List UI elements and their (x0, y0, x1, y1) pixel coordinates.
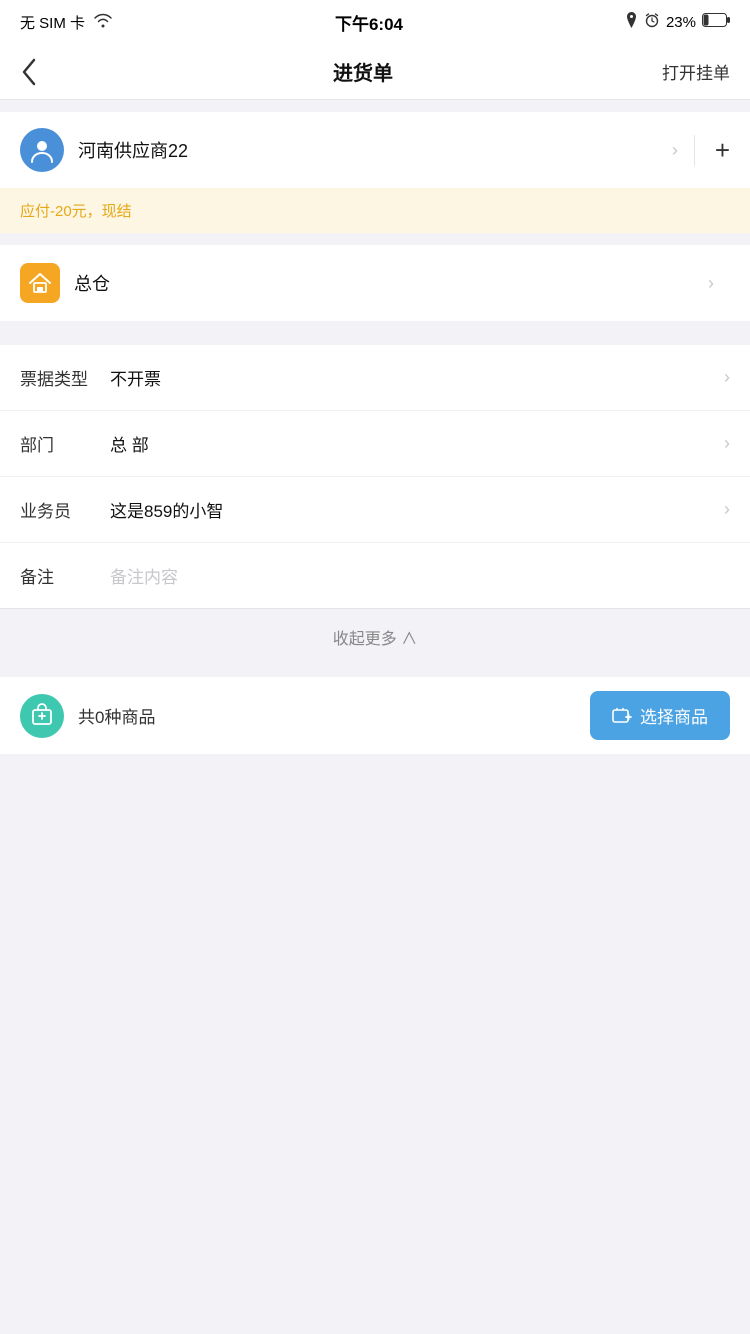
remark-row[interactable]: 备注 备注内容 (0, 543, 750, 608)
remark-label: 备注 (20, 563, 110, 588)
invoice-type-label: 票据类型 (20, 365, 110, 390)
page-title: 进货单 (333, 57, 393, 86)
department-chevron-icon: › (724, 433, 730, 454)
collapse-label: 收起更多 ∧ (333, 625, 417, 649)
salesperson-value: 这是859的小智 (110, 497, 724, 522)
form-section: 票据类型 不开票 › 部门 总 部 › 业务员 这是859的小智 › 备注 备注… (0, 345, 750, 608)
back-button[interactable] (20, 56, 64, 88)
product-bar: 共0种商品 选择商品 (0, 677, 750, 754)
add-supplier-button[interactable]: + (694, 135, 730, 166)
time-label: 下午6:04 (335, 10, 403, 35)
warehouse-row[interactable]: 总仓 › (0, 245, 750, 321)
select-product-label: 选择商品 (640, 703, 708, 728)
invoice-type-row[interactable]: 票据类型 不开票 › (0, 345, 750, 411)
status-right: 23% (625, 12, 730, 32)
carrier-label: 无 SIM 卡 (20, 12, 85, 33)
warehouse-name: 总仓 (74, 270, 708, 296)
location-icon (625, 12, 638, 32)
battery-label: 23% (666, 14, 696, 31)
salesperson-row[interactable]: 业务员 这是859的小智 › (0, 477, 750, 543)
warehouse-chevron-icon: › (708, 273, 714, 294)
wifi-icon (93, 12, 113, 32)
department-label: 部门 (20, 431, 110, 456)
alarm-icon (644, 12, 660, 32)
balance-notice: 应付-20元，现结 (0, 188, 750, 233)
nav-bar: 进货单 打开挂单 (0, 44, 750, 100)
warehouse-card: 总仓 › (0, 245, 750, 321)
salesperson-label: 业务员 (20, 497, 110, 522)
salesperson-chevron-icon: › (724, 499, 730, 520)
invoice-type-value: 不开票 (110, 365, 724, 390)
department-row[interactable]: 部门 总 部 › (0, 411, 750, 477)
section-gap-1 (0, 100, 750, 112)
supplier-name: 河南供应商22 (78, 137, 672, 163)
collapse-row[interactable]: 收起更多 ∧ (0, 608, 750, 665)
supplier-row[interactable]: 河南供应商22 › + (0, 112, 750, 188)
supplier-avatar (20, 128, 64, 172)
select-product-button[interactable]: 选择商品 (590, 691, 730, 740)
status-bar: 无 SIM 卡 下午6:04 23% (0, 0, 750, 44)
status-left: 无 SIM 卡 (20, 12, 113, 33)
product-icon (20, 694, 64, 738)
remark-input[interactable]: 备注内容 (110, 563, 730, 588)
page-background (0, 754, 750, 954)
supplier-chevron-icon: › (672, 140, 678, 161)
section-gap-2 (0, 233, 750, 245)
open-pending-button[interactable]: 打开挂单 (662, 59, 730, 84)
section-gap-3 (0, 321, 750, 333)
department-value: 总 部 (110, 431, 724, 456)
invoice-type-chevron-icon: › (724, 367, 730, 388)
supplier-card: 河南供应商22 › + 应付-20元，现结 (0, 112, 750, 233)
battery-icon (702, 13, 730, 31)
product-count: 共0种商品 (78, 703, 590, 728)
warehouse-icon (20, 263, 60, 303)
